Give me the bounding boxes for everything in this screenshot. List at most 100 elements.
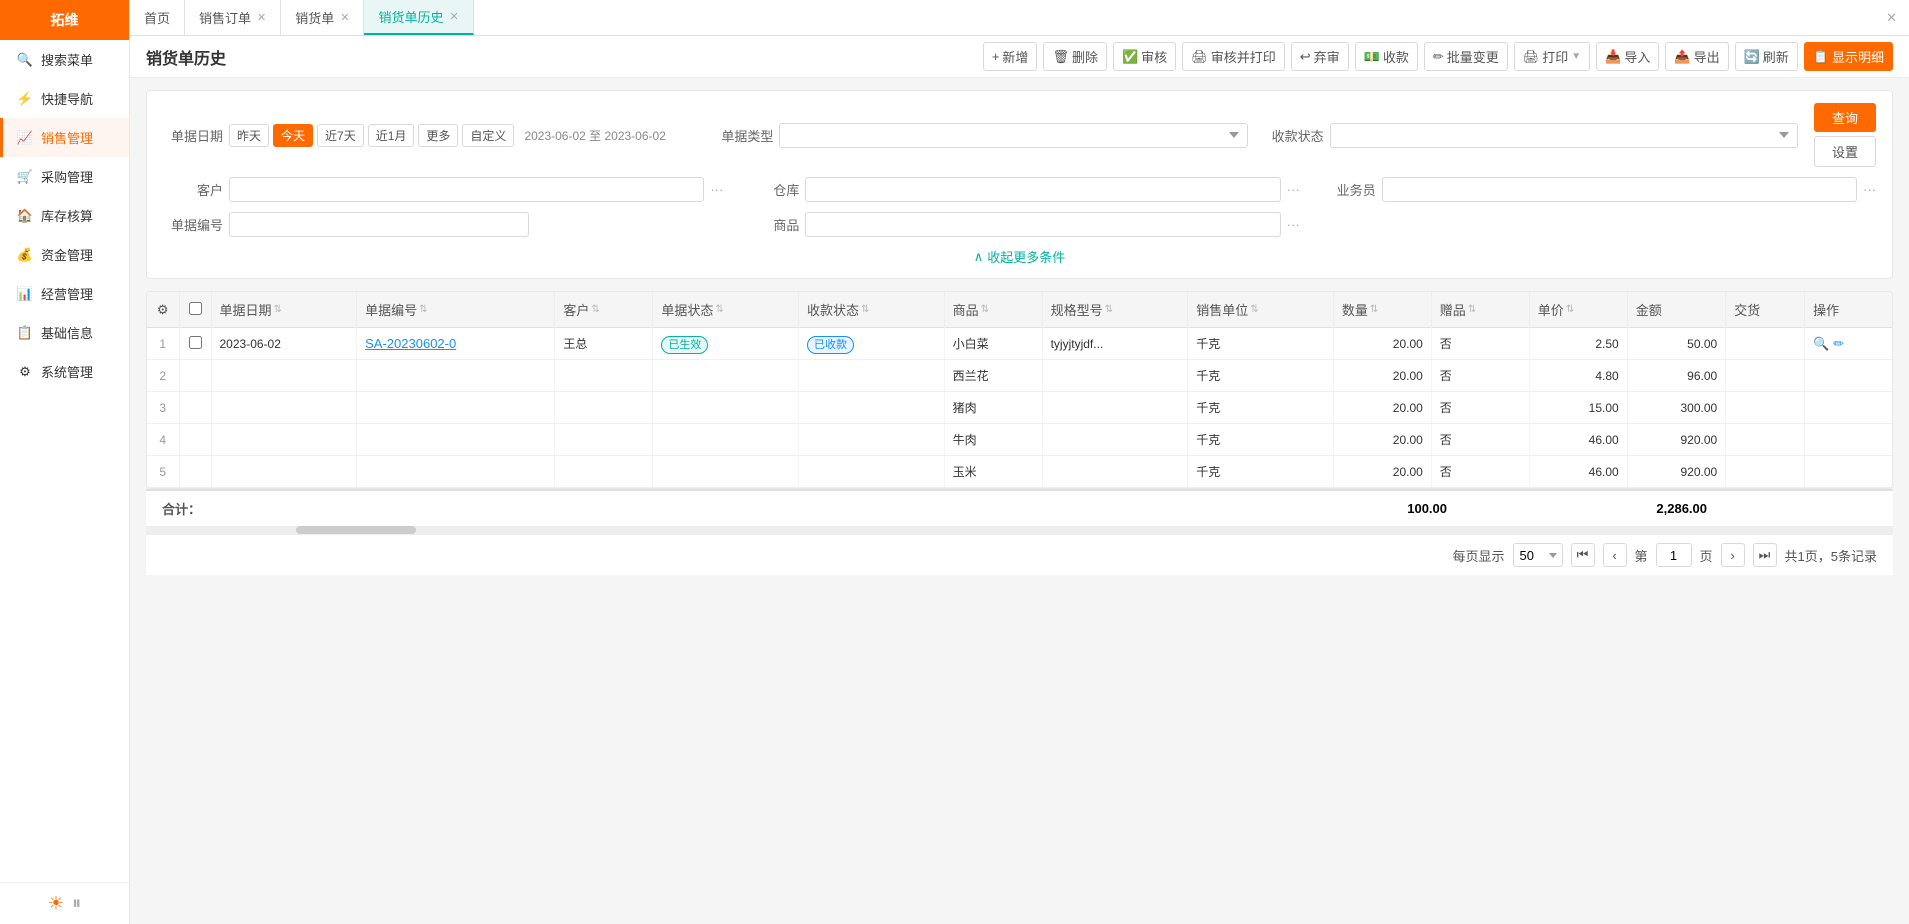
cell-docno[interactable]: SA-20230602-0 [357, 328, 555, 360]
docno-input[interactable] [229, 212, 529, 237]
cell-rownum: 2 [147, 360, 179, 392]
docno-link[interactable]: SA-20230602-0 [365, 336, 456, 351]
sidebar-item-operations[interactable]: 📊 经营管理 [0, 274, 129, 313]
date-tag-7days[interactable]: 近7天 [317, 124, 364, 147]
col-checkbox-header[interactable] [179, 292, 211, 328]
sidebar-item-sales-mgmt[interactable]: 📈 销售管理 [0, 118, 129, 157]
delete-button[interactable]: 🗑 删除 [1043, 42, 1107, 71]
row-checkbox[interactable] [189, 336, 202, 349]
col-customer-header[interactable]: 客户 ⇅ [555, 292, 653, 328]
sidebar-item-basic-info[interactable]: 📋 基础信息 [0, 313, 129, 352]
query-button[interactable]: 查询 [1814, 103, 1876, 132]
sidebar-item-search-menu[interactable]: 🔍 搜索菜单 [0, 40, 129, 79]
sidebar-item-system-mgmt[interactable]: ⚙ 系统管理 [0, 352, 129, 391]
col-transaction-header[interactable]: 交货 [1726, 292, 1805, 328]
customer-picker-btn[interactable]: ··· [710, 182, 723, 197]
tab-sales-order-close[interactable]: ✕ [257, 11, 266, 24]
page-input[interactable] [1656, 543, 1692, 567]
warehouse-input[interactable] [805, 177, 1280, 202]
tab-sales-delivery-close[interactable]: ✕ [340, 11, 349, 24]
collapse-button[interactable]: ∧ 收起更多条件 [163, 247, 1876, 266]
tab-sales-history-close[interactable]: ✕ [450, 10, 459, 23]
doc-type-select[interactable] [779, 123, 1247, 148]
table-scroll-bar[interactable] [146, 526, 1893, 534]
customer-input[interactable] [229, 177, 704, 202]
next-page-btn[interactable]: › [1721, 543, 1745, 567]
col-unit-header[interactable]: 销售单位 ⇅ [1188, 292, 1334, 328]
col-qty-header[interactable]: 数量 ⇅ [1333, 292, 1431, 328]
col-price-header[interactable]: 单价 ⇅ [1529, 292, 1627, 328]
audit-print-icon: 🖨 [1191, 49, 1208, 65]
sidebar-item-label: 搜索菜单 [41, 50, 93, 69]
cell-checkbox[interactable] [179, 392, 211, 424]
new-button[interactable]: + 新增 [983, 42, 1038, 71]
col-gift-header[interactable]: 赠品 ⇅ [1431, 292, 1529, 328]
col-date-header[interactable]: 单据日期 ⇅ [211, 292, 357, 328]
table-scroll-thumb[interactable] [296, 526, 416, 534]
col-setting[interactable]: ⚙ [147, 292, 179, 328]
sidebar-item-inventory[interactable]: 🏠 库存核算 [0, 196, 129, 235]
tab-close-all-btn[interactable]: ✕ [1874, 10, 1909, 26]
sidebar-item-quick-nav[interactable]: ⚡ 快捷导航 [0, 79, 129, 118]
prev-page-btn[interactable]: ‹ [1603, 543, 1627, 567]
tab-sales-delivery[interactable]: 销货单 ✕ [281, 0, 364, 35]
tab-sales-order[interactable]: 销售订单 ✕ [185, 0, 281, 35]
salesperson-picker-btn[interactable]: ··· [1863, 182, 1876, 197]
col-paystatus-header[interactable]: 收款状态 ⇅ [798, 292, 944, 328]
sidebar-item-purchase-mgmt[interactable]: 🛒 采购管理 [0, 157, 129, 196]
cell-qty: 20.00 [1333, 392, 1431, 424]
view-action-btn[interactable]: 🔍 [1813, 336, 1829, 351]
warehouse-picker-btn[interactable]: ··· [1287, 182, 1300, 197]
audit-button[interactable]: ✅ 审核 [1113, 42, 1176, 71]
date-tag-yesterday[interactable]: 昨天 [229, 124, 269, 147]
filter-row-2: 客户 ··· 仓库 ··· 业务员 ··· [163, 177, 1876, 202]
cell-checkbox[interactable] [179, 328, 211, 360]
cell-checkbox[interactable] [179, 456, 211, 488]
unit-sort-icon: ⇅ [1250, 304, 1258, 315]
sidebar-item-finance[interactable]: 💰 资金管理 [0, 235, 129, 274]
collect-button[interactable]: 💵 收款 [1355, 42, 1418, 71]
date-tag-today[interactable]: 今天 [273, 124, 313, 147]
page-size-select[interactable]: 50 20 100 [1513, 543, 1563, 567]
tab-sales-history[interactable]: 销货单历史 ✕ [364, 0, 473, 35]
col-docstatus-header[interactable]: 单据状态 ⇅ [653, 292, 799, 328]
product-picker-btn[interactable]: ··· [1287, 217, 1300, 232]
cell-pay-status [798, 392, 944, 424]
export-button[interactable]: 📤 导出 [1665, 42, 1728, 71]
cell-checkbox[interactable] [179, 360, 211, 392]
import-button[interactable]: 📥 导入 [1596, 42, 1659, 71]
cell-docno[interactable] [357, 424, 555, 456]
product-input[interactable] [805, 212, 1280, 237]
cell-docno[interactable] [357, 392, 555, 424]
audit-print-button[interactable]: 🖨 审核并打印 [1182, 42, 1285, 71]
customer-sort-icon: ⇅ [591, 304, 599, 315]
sidebar-collapse-btn[interactable]: ☀ [48, 893, 64, 914]
salesperson-input[interactable] [1382, 177, 1857, 202]
cell-checkbox[interactable] [179, 424, 211, 456]
tab-home-label: 首页 [144, 8, 170, 27]
select-all-checkbox[interactable] [189, 302, 202, 315]
date-tag-custom[interactable]: 自定义 [462, 124, 514, 147]
show-detail-button[interactable]: 📋 显示明细 [1804, 42, 1893, 71]
date-tag-1month[interactable]: 近1月 [368, 124, 415, 147]
abandon-button[interactable]: ↩ 弃审 [1291, 42, 1349, 71]
last-page-btn[interactable]: ⏭ [1753, 543, 1777, 567]
col-spec-header[interactable]: 规格型号 ⇅ [1042, 292, 1188, 328]
date-tag-more[interactable]: 更多 [418, 124, 458, 147]
col-amount-header[interactable]: 金额 [1627, 292, 1726, 328]
batch-change-button[interactable]: ✏ 批量变更 [1424, 42, 1508, 71]
first-page-btn[interactable]: ⏮ [1571, 543, 1595, 567]
set-button[interactable]: 设置 [1814, 136, 1876, 167]
print-button[interactable]: 🖨 打印 ▼ [1514, 42, 1590, 71]
col-docno-header[interactable]: 单据编号 ⇅ [357, 292, 555, 328]
cell-docno[interactable] [357, 456, 555, 488]
col-product-header[interactable]: 商品 ⇅ [944, 292, 1042, 328]
tab-home[interactable]: 首页 [130, 0, 185, 35]
sidebar-settings-btn[interactable]: ⏸ [72, 893, 81, 914]
show-detail-icon: 📋 [1813, 49, 1829, 65]
payment-status-select[interactable] [1330, 123, 1798, 148]
edit-action-btn[interactable]: ✏ [1833, 336, 1844, 351]
cell-docno[interactable] [357, 360, 555, 392]
refresh-button[interactable]: 🔄 刷新 [1735, 42, 1798, 71]
tab-sales-order-label: 销售订单 [199, 8, 251, 27]
